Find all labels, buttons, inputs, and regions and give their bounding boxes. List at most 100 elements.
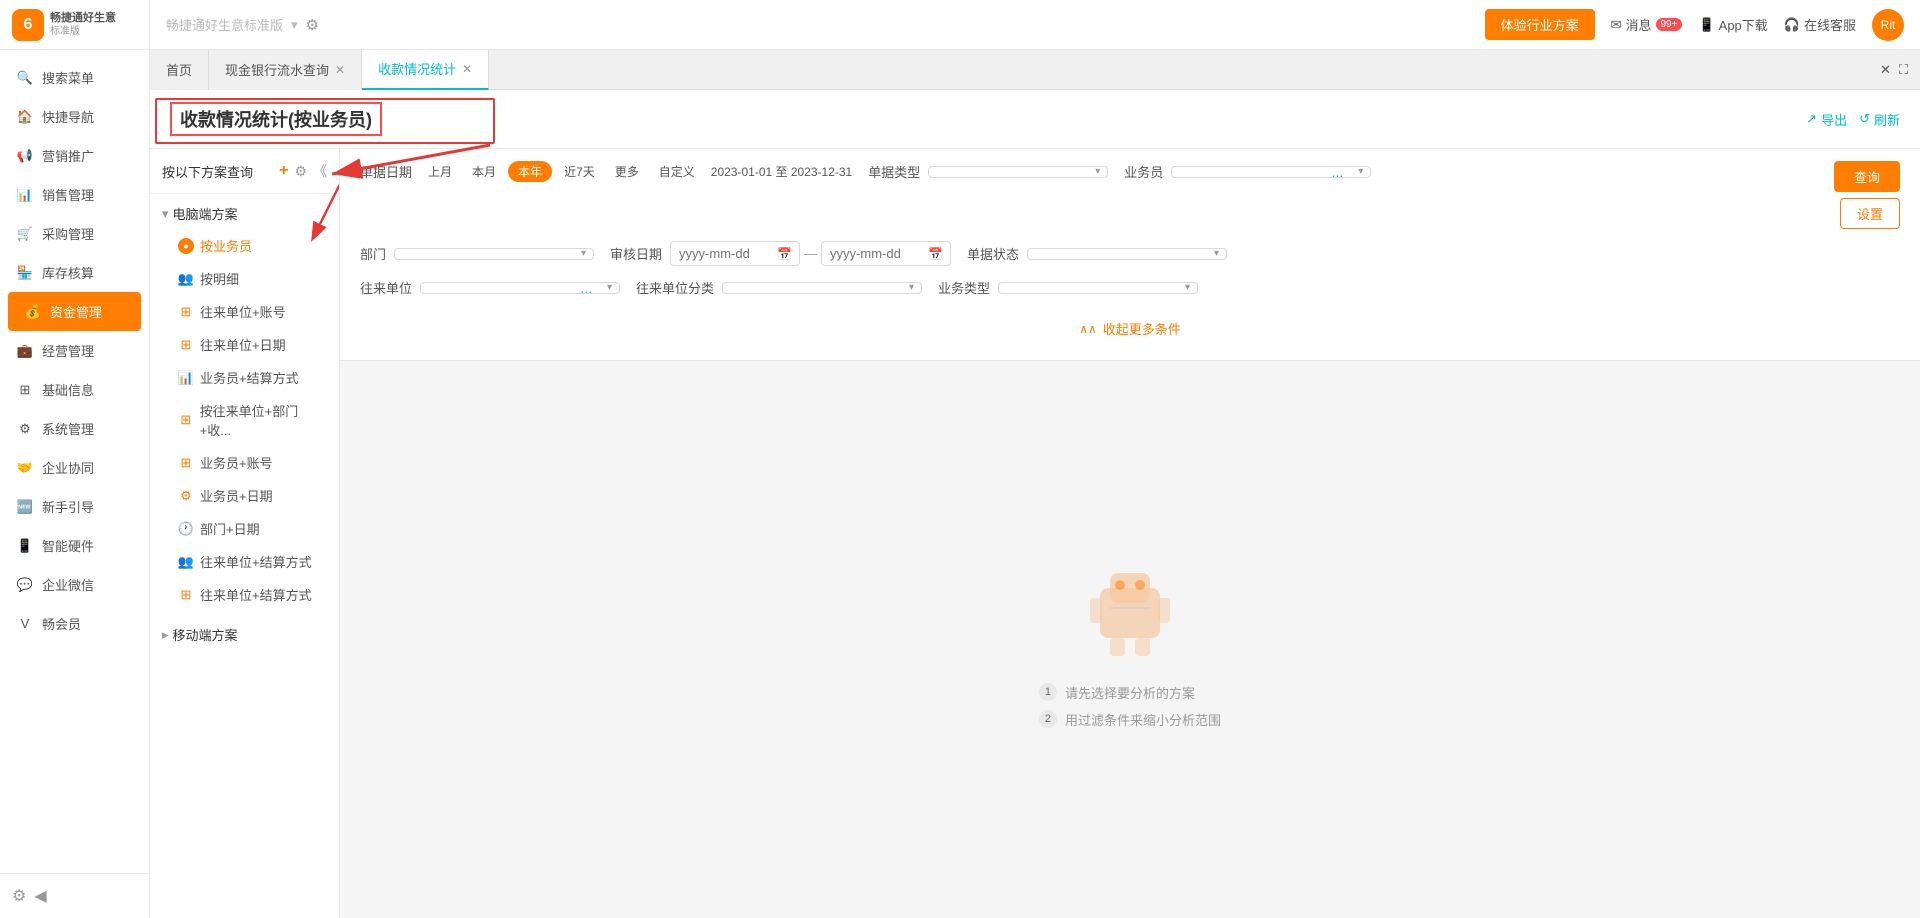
topbar-left: 畅捷通好生意标准版 ▾ ⚙ xyxy=(166,15,319,34)
sidebar-item-finance[interactable]: 💰 资金管理 xyxy=(8,292,141,331)
tab-bank-flow[interactable]: 现金银行流水查询 ✕ xyxy=(209,50,362,90)
counterpart-more-btn[interactable]: ... xyxy=(580,280,592,296)
sidebar-item-operations[interactable]: 💼 经营管理 xyxy=(0,331,149,370)
salesperson-more-btn[interactable]: ... xyxy=(1332,164,1344,180)
date-tab-this-month[interactable]: 本月 xyxy=(464,161,504,182)
dept-select[interactable] xyxy=(394,248,594,260)
sidebar-item-basic-info[interactable]: ⊞ 基础信息 xyxy=(0,370,149,409)
megaphone-icon: 📢 xyxy=(16,147,34,165)
date-tab-7days[interactable]: 近7天 xyxy=(556,161,603,182)
trial-button[interactable]: 体验行业方案 xyxy=(1485,9,1595,40)
sidebar-item-marketing[interactable]: 📢 营销推广 xyxy=(0,136,149,175)
review-date-from-input[interactable] xyxy=(670,241,800,266)
warehouse-icon: 🏪 xyxy=(16,264,34,282)
sidebar-item-search[interactable]: 🔍 搜索菜单 xyxy=(0,58,149,97)
settings-icon-topbar[interactable]: ⚙ xyxy=(306,16,319,34)
scheme-add-btn[interactable]: + xyxy=(279,162,288,180)
scheme-group-mobile[interactable]: ▸ 移动端方案 xyxy=(150,619,339,650)
dept-label: 部门 xyxy=(360,244,386,263)
collapse-bar[interactable]: ∧∧ 收起更多条件 xyxy=(360,309,1900,348)
sidebar-item-guide[interactable]: 🆕 新手引导 xyxy=(0,487,149,526)
date-tab-last-month[interactable]: 上月 xyxy=(420,161,460,182)
table-icon-1: ⊞ xyxy=(178,304,194,320)
step-num-1: 1 xyxy=(1039,683,1057,701)
date-tab-this-year[interactable]: 本年 xyxy=(508,161,552,182)
table-icon-2: ⊞ xyxy=(178,337,194,353)
placeholder-steps: 1 请先选择要分析的方案 2 用过滤条件来缩小分析范围 xyxy=(1039,683,1221,737)
business-type-select[interactable] xyxy=(998,282,1198,294)
scheme-item-unit-account[interactable]: ⊞ 往来单位+账号 xyxy=(150,295,339,328)
scheme-header-actions: + ⚙ 《 xyxy=(279,161,327,181)
footer-settings-icon[interactable]: ⚙ xyxy=(12,886,26,906)
export-button[interactable]: ↗ 导出 xyxy=(1806,110,1847,129)
footer-collapse-icon[interactable]: ◀ xyxy=(34,886,46,906)
money-icon: 💰 xyxy=(24,303,42,321)
sidebar-item-quick-nav[interactable]: 🏠 快捷导航 xyxy=(0,97,149,136)
table-icon-3: ⊞ xyxy=(178,412,194,428)
tab-close-collection[interactable]: ✕ xyxy=(462,62,472,76)
user-avatar[interactable]: Rit xyxy=(1872,9,1904,41)
collapse-icon: ∧∧ xyxy=(1079,322,1097,336)
scheme-item-salesperson-account[interactable]: ⊞ 业务员+账号 xyxy=(150,446,339,479)
headset-icon: 🎧 xyxy=(1784,17,1800,33)
sidebar-nav: 🔍 搜索菜单 🏠 快捷导航 📢 营销推广 📊 销售管理 🛒 采购管理 🏪 库存核… xyxy=(0,50,149,873)
counterpart-class-select[interactable] xyxy=(722,282,922,294)
scheme-item-by-salesperson[interactable]: ● 按业务员 xyxy=(150,229,339,262)
scheme-item-unit-date[interactable]: ⊞ 往来单位+日期 xyxy=(150,328,339,361)
sidebar-item-inventory[interactable]: 🏪 库存核算 xyxy=(0,253,149,292)
scheme-item-unit-payment-2[interactable]: ⊞ 往来单位+结算方式 xyxy=(150,578,339,611)
review-date-label: 审核日期 xyxy=(610,244,662,263)
table-icon-5: ⊞ xyxy=(178,587,194,603)
window-maximize[interactable]: ⛶ xyxy=(1899,62,1908,78)
sidebar-item-wechat[interactable]: 💬 企业微信 xyxy=(0,565,149,604)
tab-close-bank[interactable]: ✕ xyxy=(335,63,345,77)
filter-action-btns: 查询 设置 xyxy=(1834,161,1900,229)
sidebar-item-system[interactable]: ⚙ 系统管理 xyxy=(0,409,149,448)
scheme-panel-header: 按以下方案查询 + ⚙ 《 xyxy=(150,149,339,194)
online-service-action[interactable]: 🎧 在线客服 xyxy=(1784,15,1856,34)
scheme-item-unit-dept-collect[interactable]: ⊞ 按往来单位+部门+收... xyxy=(150,394,339,446)
scheme-header-title: 按以下方案查询 xyxy=(162,162,253,181)
query-button[interactable]: 查询 xyxy=(1834,161,1900,192)
device-icon: 📱 xyxy=(16,537,34,555)
dropdown-icon[interactable]: ▾ xyxy=(291,17,298,33)
settings-button[interactable]: 设置 xyxy=(1840,198,1900,229)
scheme-item-salesperson-date[interactable]: ⚙ 业务员+日期 xyxy=(150,479,339,512)
scheme-section-desktop: ▾ 电脑端方案 ● 按业务员 👥 按明细 ⊞ 往来单位+账号 ⊞ 往来单位 xyxy=(150,194,339,615)
window-minimize[interactable]: ✕ xyxy=(1880,62,1891,78)
tab-home[interactable]: 首页 xyxy=(150,50,209,90)
scheme-settings-btn[interactable]: ⚙ xyxy=(294,163,307,180)
message-badge: 99+ xyxy=(1656,18,1683,31)
voucher-type-label: 单据类型 xyxy=(868,162,920,181)
scheme-item-dept-date[interactable]: 🕐 部门+日期 xyxy=(150,512,339,545)
scheme-item-unit-payment-1[interactable]: 👥 往来单位+结算方式 xyxy=(150,545,339,578)
search-icon: 🔍 xyxy=(16,69,34,87)
date-tab-more[interactable]: 更多 xyxy=(607,161,647,182)
review-date-to-input[interactable] xyxy=(821,241,951,266)
logo-text: 畅捷通好生意 标准版 xyxy=(50,11,116,38)
message-action[interactable]: ✉ 消息 99+ xyxy=(1611,15,1683,34)
cart-icon: 🛒 xyxy=(16,225,34,243)
sidebar-item-collab[interactable]: 🤝 企业协同 xyxy=(0,448,149,487)
chart-icon: 📊 xyxy=(16,186,34,204)
refresh-button[interactable]: ↺ 刷新 xyxy=(1859,110,1900,129)
date-tab-custom[interactable]: 自定义 xyxy=(651,161,703,182)
scheme-item-by-detail[interactable]: 👥 按明细 xyxy=(150,262,339,295)
scheme-item-salesperson-payment[interactable]: 📊 业务员+结算方式 xyxy=(150,361,339,394)
sidebar-item-hardware[interactable]: 📱 智能硬件 xyxy=(0,526,149,565)
step-1: 1 请先选择要分析的方案 xyxy=(1039,683,1221,702)
sidebar-item-purchase[interactable]: 🛒 采购管理 xyxy=(0,214,149,253)
export-icon: ↗ xyxy=(1806,111,1817,127)
sidebar-item-member[interactable]: V 畅会员 xyxy=(0,604,149,643)
scheme-collapse-btn[interactable]: 《 xyxy=(313,161,327,181)
voucher-type-select[interactable] xyxy=(928,166,1108,178)
voucher-status-select[interactable] xyxy=(1027,248,1227,260)
tab-collection-stat[interactable]: 收款情况统计 ✕ xyxy=(362,50,489,90)
app-download-action[interactable]: 📱 App下载 xyxy=(1698,15,1767,34)
logo-area: 6 畅捷通好生意 标准版 xyxy=(0,0,149,50)
sidebar-item-sales[interactable]: 📊 销售管理 xyxy=(0,175,149,214)
wechat-icon: 💬 xyxy=(16,576,34,594)
date-label: 单据日期 xyxy=(360,162,412,181)
scheme-group-desktop[interactable]: ▾ 电脑端方案 xyxy=(150,198,339,229)
window-controls: ✕ ⛶ xyxy=(1880,62,1920,78)
